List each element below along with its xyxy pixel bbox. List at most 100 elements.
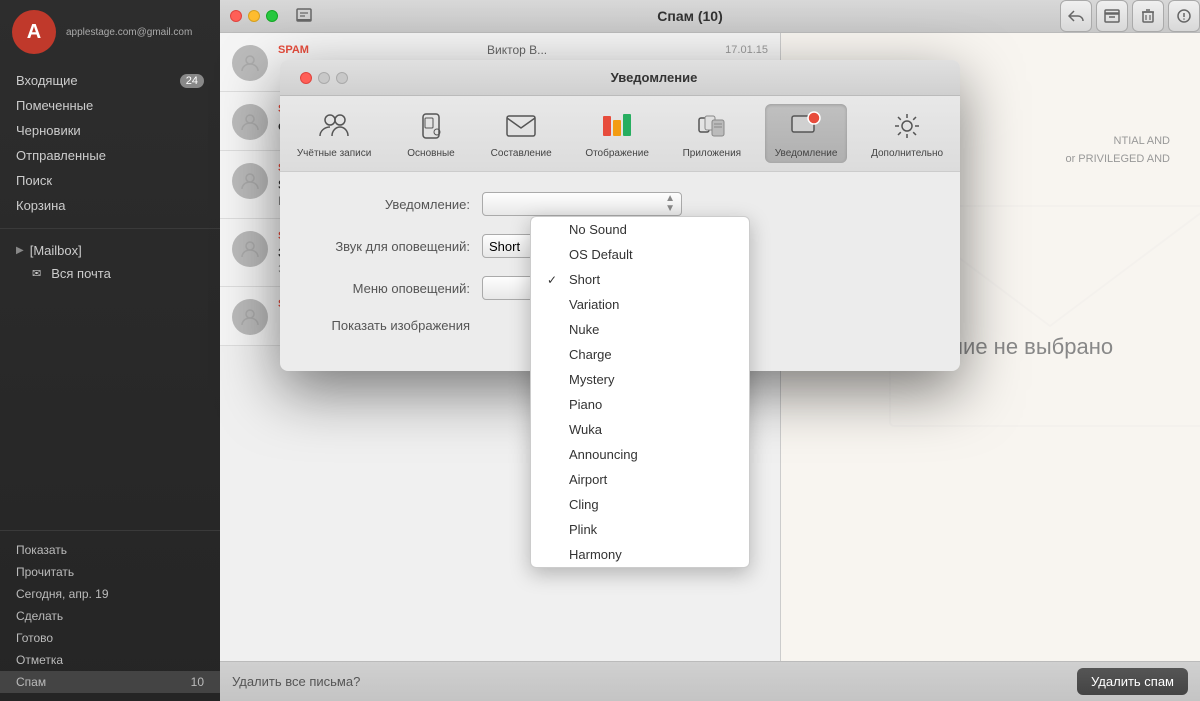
sidebar-nav: Входящие 24 Помеченные Черновики Отправл… — [0, 64, 220, 222]
dropdown-item-short[interactable]: ✓ Short — [531, 267, 749, 292]
trash-label: Корзина — [16, 198, 66, 213]
dropdown-item-mystery[interactable]: Mystery — [531, 367, 749, 392]
email-avatar — [232, 104, 268, 140]
accounts-tab-label: Учётные записи — [297, 148, 372, 159]
notifications-icon — [788, 108, 824, 144]
email-avatar — [232, 299, 268, 335]
dropdown-item-variation[interactable]: Variation — [531, 292, 749, 317]
prefs-tab-advanced[interactable]: Дополнительно — [861, 104, 953, 163]
sidebar-item-trash[interactable]: Корзина — [0, 193, 220, 218]
sidebar-item-todo[interactable]: Сделать — [0, 605, 220, 627]
flag-label: Отметка — [16, 653, 63, 667]
dropdown-item-label: Airport — [569, 472, 607, 487]
delete-spam-button[interactable]: Удалить спам — [1077, 668, 1188, 695]
dropdown-item-wuka[interactable]: Wuka — [531, 417, 749, 442]
mail-titlebar: Спам (10) — [220, 0, 1200, 33]
compose-button[interactable] — [288, 2, 320, 30]
archive-button[interactable] — [1096, 0, 1128, 32]
dropdown-item-label: Piano — [569, 397, 602, 412]
notifications-tab-label: Уведомление — [775, 148, 838, 159]
sent-label: Отправленные — [16, 148, 106, 163]
dropdown-item-harmony[interactable]: Harmony — [531, 542, 749, 567]
sidebar-item-allmail[interactable]: ✉ Вся почта — [0, 262, 220, 285]
notification-select[interactable]: ▲▼ — [482, 192, 682, 216]
sidebar-item-read[interactable]: Прочитать — [0, 561, 220, 583]
dropdown-item-label: Wuka — [569, 422, 602, 437]
sidebar-account-area: A applestage.com@gmail.com — [0, 0, 220, 64]
prefs-tab-accounts[interactable]: Учётные записи — [287, 104, 382, 163]
dropdown-item-label: No Sound — [569, 222, 627, 237]
display-icon — [599, 108, 635, 144]
person-icon — [240, 53, 260, 73]
notification-row: Уведомление: ▲▼ — [310, 192, 930, 216]
read-label: Прочитать — [16, 565, 74, 579]
mailbox-label: [Mailbox] — [30, 243, 82, 258]
sidebar-item-inbox[interactable]: Входящие 24 — [0, 68, 220, 93]
prefs-tab-general[interactable]: Основные — [395, 104, 467, 163]
prefs-close-button[interactable] — [300, 72, 312, 84]
delete-all-text: Удалить все письма? — [232, 674, 360, 689]
prefs-tab-display[interactable]: Отображение — [575, 104, 659, 163]
minimize-button[interactable] — [248, 10, 260, 22]
allmail-label: Вся почта — [51, 266, 111, 281]
sidebar-item-flagged[interactable]: Помеченные — [0, 93, 220, 118]
dropdown-item-nuke[interactable]: Nuke — [531, 317, 749, 342]
detail-confidential-text: NTIAL ANDor PRIVILEGED AND — [1065, 133, 1170, 168]
junk-button[interactable] — [1168, 0, 1200, 32]
dropdown-item-label: Short — [569, 272, 600, 287]
dropdown-item-airport[interactable]: Airport — [531, 467, 749, 492]
sidebar-item-drafts[interactable]: Черновики — [0, 118, 220, 143]
dropdown-item-piano[interactable]: Piano — [531, 392, 749, 417]
sidebar-mailbox: ▶ [Mailbox] ✉ Вся почта — [0, 235, 220, 289]
sidebar-item-done[interactable]: Готово — [0, 627, 220, 649]
prefs-maximize-button[interactable] — [336, 72, 348, 84]
drafts-label: Черновики — [16, 123, 81, 138]
dropdown-item-label: OS Default — [569, 247, 633, 262]
apps-icon — [694, 108, 730, 144]
sender-name: Виктор В... — [487, 43, 547, 57]
prefs-tab-notifications[interactable]: Уведомление — [765, 104, 848, 163]
sidebar-item-flag[interactable]: Отметка — [0, 649, 220, 671]
general-tab-label: Основные — [407, 148, 454, 159]
compose-icon — [503, 108, 539, 144]
prefs-tab-apps[interactable]: Приложения — [673, 104, 752, 163]
sidebar-item-mailbox[interactable]: ▶ [Mailbox] — [0, 239, 220, 262]
person-icon — [240, 239, 260, 259]
dropdown-item-os-default[interactable]: OS Default — [531, 242, 749, 267]
sidebar-item-today[interactable]: Сегодня, апр. 19 — [0, 583, 220, 605]
reply-button[interactable] — [1060, 0, 1092, 32]
prefs-tab-compose[interactable]: Составление — [481, 104, 562, 163]
prefs-toolbar: Учётные записи Основные Составление — [280, 96, 960, 172]
dropdown-item-label: Cling — [569, 497, 599, 512]
prefs-minimize-button[interactable] — [318, 72, 330, 84]
chevron-right-icon: ▶ — [16, 245, 24, 256]
inbox-label: Входящие — [16, 73, 78, 88]
advanced-icon — [889, 108, 925, 144]
person-icon — [240, 307, 260, 327]
window-title: Спам (10) — [320, 8, 1060, 24]
sidebar-item-spam[interactable]: Спам 10 — [0, 671, 220, 693]
dropdown-item-plink[interactable]: Plink — [531, 517, 749, 542]
dropdown-item-announcing[interactable]: Announcing — [531, 442, 749, 467]
close-button[interactable] — [230, 10, 242, 22]
general-icon — [413, 108, 449, 144]
dropdown-item-cling[interactable]: Cling — [531, 492, 749, 517]
menu-label: Меню оповещений: — [310, 281, 470, 296]
delete-button[interactable] — [1132, 0, 1164, 32]
dropdown-item-no-sound[interactable]: No Sound — [531, 217, 749, 242]
maximize-button[interactable] — [266, 10, 278, 22]
spam-badge: 10 — [191, 675, 204, 689]
sidebar-item-search[interactable]: Поиск — [0, 168, 220, 193]
dropdown-item-charge[interactable]: Charge — [531, 342, 749, 367]
trash-icon — [1142, 9, 1154, 23]
archive-icon — [1104, 9, 1120, 23]
spam-tag: SPAM — [278, 44, 309, 56]
checkmark-icon: ✓ — [547, 273, 561, 287]
email-avatar — [232, 163, 268, 199]
email-avatar — [232, 231, 268, 267]
show-images-label: Показать изображения — [310, 318, 470, 333]
today-label: Сегодня, апр. 19 — [16, 587, 109, 601]
search-label: Поиск — [16, 173, 52, 188]
sidebar-item-sent[interactable]: Отправленные — [0, 143, 220, 168]
person-icon — [240, 171, 260, 191]
